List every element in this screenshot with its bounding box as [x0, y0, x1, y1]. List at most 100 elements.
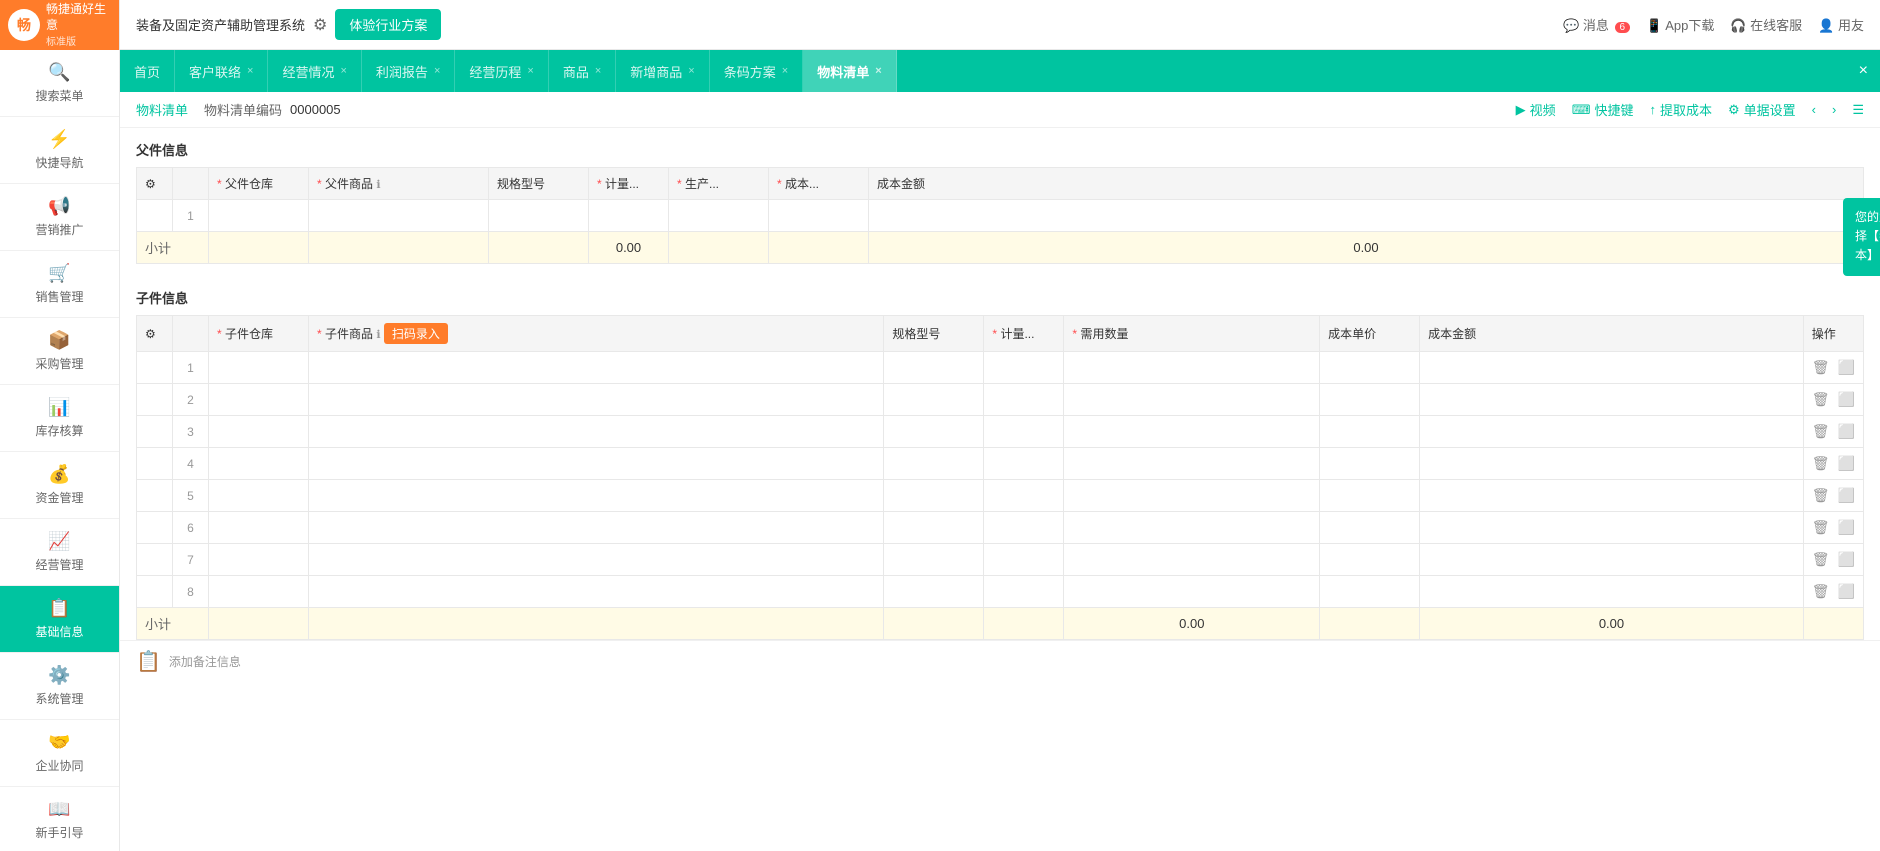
child-row-unit-cost-7[interactable]	[1320, 576, 1420, 608]
child-product-info-icon[interactable]: ℹ	[376, 329, 380, 341]
child-row-unit-cost-3[interactable]	[1320, 448, 1420, 480]
copy-icon-3[interactable]: ⬜	[1838, 455, 1855, 472]
child-row-spec-6[interactable]	[884, 544, 984, 576]
child-row-spec-2[interactable]	[884, 416, 984, 448]
extract-cost-action[interactable]: ↑ 提取成本	[1649, 100, 1712, 119]
parent-row-cost[interactable]	[769, 200, 869, 232]
child-row-product-3[interactable]	[309, 448, 884, 480]
sidebar-item-search[interactable]: 🔍 搜索菜单	[0, 50, 119, 117]
child-row-unit-3[interactable]	[984, 448, 1064, 480]
child-row-spec-7[interactable]	[884, 576, 984, 608]
child-row-spec-1[interactable]	[884, 384, 984, 416]
child-row-cost-amount-1[interactable]	[1420, 384, 1804, 416]
child-row-cost-amount-5[interactable]	[1420, 512, 1804, 544]
child-row-unit-1[interactable]	[984, 384, 1064, 416]
child-row-qty-3[interactable]	[1064, 448, 1320, 480]
child-row-product-5[interactable]	[309, 512, 884, 544]
child-row-unit-5[interactable]	[984, 512, 1064, 544]
child-row-unit-cost-6[interactable]	[1320, 544, 1420, 576]
tab-product[interactable]: 商品 ×	[549, 50, 616, 92]
child-row-qty-0[interactable]	[1064, 352, 1320, 384]
child-row-unit-6[interactable]	[984, 544, 1064, 576]
tab-customer[interactable]: 客户联络 ×	[175, 50, 268, 92]
child-row-qty-6[interactable]	[1064, 544, 1320, 576]
video-action[interactable]: ▶ 视频	[1516, 100, 1556, 119]
child-row-qty-2[interactable]	[1064, 416, 1320, 448]
child-th-settings[interactable]: ⚙	[137, 316, 173, 352]
sidebar-item-guide[interactable]: 📖 新手引导	[0, 787, 119, 851]
child-row-product-1[interactable]	[309, 384, 884, 416]
bottom-doc-icon[interactable]: 📋	[136, 649, 161, 674]
sidebar-item-basic[interactable]: 📋 基础信息	[0, 586, 119, 653]
delete-icon-7[interactable]: 🗑	[1812, 583, 1830, 600]
sidebar-item-operation[interactable]: 📈 经营管理	[0, 519, 119, 586]
child-row-cost-amount-3[interactable]	[1420, 448, 1804, 480]
app-download-link[interactable]: 📱 App下载	[1646, 15, 1714, 34]
child-row-warehouse-3[interactable]	[209, 448, 309, 480]
child-row-unit-cost-5[interactable]	[1320, 512, 1420, 544]
child-row-warehouse-0[interactable]	[209, 352, 309, 384]
sidebar-item-quick-nav[interactable]: ⚡ 快捷导航	[0, 117, 119, 184]
parent-th-settings[interactable]: ⚙	[137, 168, 173, 200]
parent-row-production[interactable]	[669, 200, 769, 232]
nav-next-icon[interactable]: ›	[1832, 102, 1836, 117]
delete-icon-1[interactable]: 🗑	[1812, 391, 1830, 408]
sidebar-item-inventory[interactable]: 📊 库存核算	[0, 385, 119, 452]
tab-bom[interactable]: 物料清单 ×	[803, 50, 896, 92]
child-row-qty-1[interactable]	[1064, 384, 1320, 416]
sidebar-item-system[interactable]: ⚙️ 系统管理	[0, 653, 119, 720]
parent-row-cost-amount[interactable]	[869, 200, 1864, 232]
tab-barcode[interactable]: 条码方案 ×	[710, 50, 803, 92]
tab-profit-report[interactable]: 利润报告 ×	[362, 50, 455, 92]
online-service-link[interactable]: 🎧 在线客服	[1730, 15, 1802, 34]
message-link[interactable]: 💬 消息 6	[1563, 15, 1630, 34]
tab-close-product[interactable]: ×	[595, 65, 601, 77]
nav-prev-icon[interactable]: ‹	[1812, 102, 1816, 117]
sidebar-item-finance[interactable]: 💰 资金管理	[0, 452, 119, 519]
shortcut-action[interactable]: ⌨ 快捷键	[1572, 100, 1634, 119]
tab-home[interactable]: 首页	[120, 50, 175, 92]
child-row-warehouse-2[interactable]	[209, 416, 309, 448]
tab-close-operation-status[interactable]: ×	[340, 65, 346, 77]
delete-icon-4[interactable]: 🗑	[1812, 487, 1830, 504]
copy-icon-4[interactable]: ⬜	[1838, 487, 1855, 504]
child-row-product-7[interactable]	[309, 576, 884, 608]
child-row-unit-cost-1[interactable]	[1320, 384, 1420, 416]
breadcrumb-parent[interactable]: 物料清单	[136, 100, 188, 119]
scan-button[interactable]: 扫码录入	[384, 323, 448, 344]
child-row-cost-amount-4[interactable]	[1420, 480, 1804, 512]
child-row-unit-cost-4[interactable]	[1320, 480, 1420, 512]
child-row-unit-4[interactable]	[984, 480, 1064, 512]
child-row-product-4[interactable]	[309, 480, 884, 512]
child-row-product-6[interactable]	[309, 544, 884, 576]
child-row-qty-7[interactable]	[1064, 576, 1320, 608]
child-row-qty-4[interactable]	[1064, 480, 1320, 512]
copy-icon-2[interactable]: ⬜	[1838, 423, 1855, 440]
child-row-cost-amount-2[interactable]	[1420, 416, 1804, 448]
child-row-cost-amount-6[interactable]	[1420, 544, 1804, 576]
tab-operation-status[interactable]: 经营情况 ×	[268, 50, 361, 92]
child-row-cost-amount-7[interactable]	[1420, 576, 1804, 608]
trial-button[interactable]: 体验行业方案	[335, 9, 441, 40]
settings-icon[interactable]: ⚙	[313, 15, 327, 35]
sidebar-item-marketing[interactable]: 📢 营销推广	[0, 184, 119, 251]
tab-new-product[interactable]: 新增商品 ×	[616, 50, 709, 92]
tab-close-barcode[interactable]: ×	[782, 65, 788, 77]
child-row-product-0[interactable]	[309, 352, 884, 384]
child-row-warehouse-4[interactable]	[209, 480, 309, 512]
delete-icon-3[interactable]: 🗑	[1812, 455, 1830, 472]
child-row-spec-0[interactable]	[884, 352, 984, 384]
copy-icon-7[interactable]: ⬜	[1838, 583, 1855, 600]
child-row-qty-5[interactable]	[1064, 512, 1320, 544]
delete-icon-0[interactable]: 🗑	[1812, 359, 1830, 376]
copy-icon-1[interactable]: ⬜	[1838, 391, 1855, 408]
sidebar-item-sales[interactable]: 🛒 销售管理	[0, 251, 119, 318]
child-row-warehouse-6[interactable]	[209, 544, 309, 576]
child-row-spec-5[interactable]	[884, 512, 984, 544]
sidebar-item-cooperation[interactable]: 🤝 企业协同	[0, 720, 119, 787]
parent-row-warehouse[interactable]	[209, 200, 309, 232]
delete-icon-2[interactable]: 🗑	[1812, 423, 1830, 440]
child-row-warehouse-7[interactable]	[209, 576, 309, 608]
product-info-icon[interactable]: ℹ	[376, 179, 380, 191]
child-row-unit-cost-0[interactable]	[1320, 352, 1420, 384]
